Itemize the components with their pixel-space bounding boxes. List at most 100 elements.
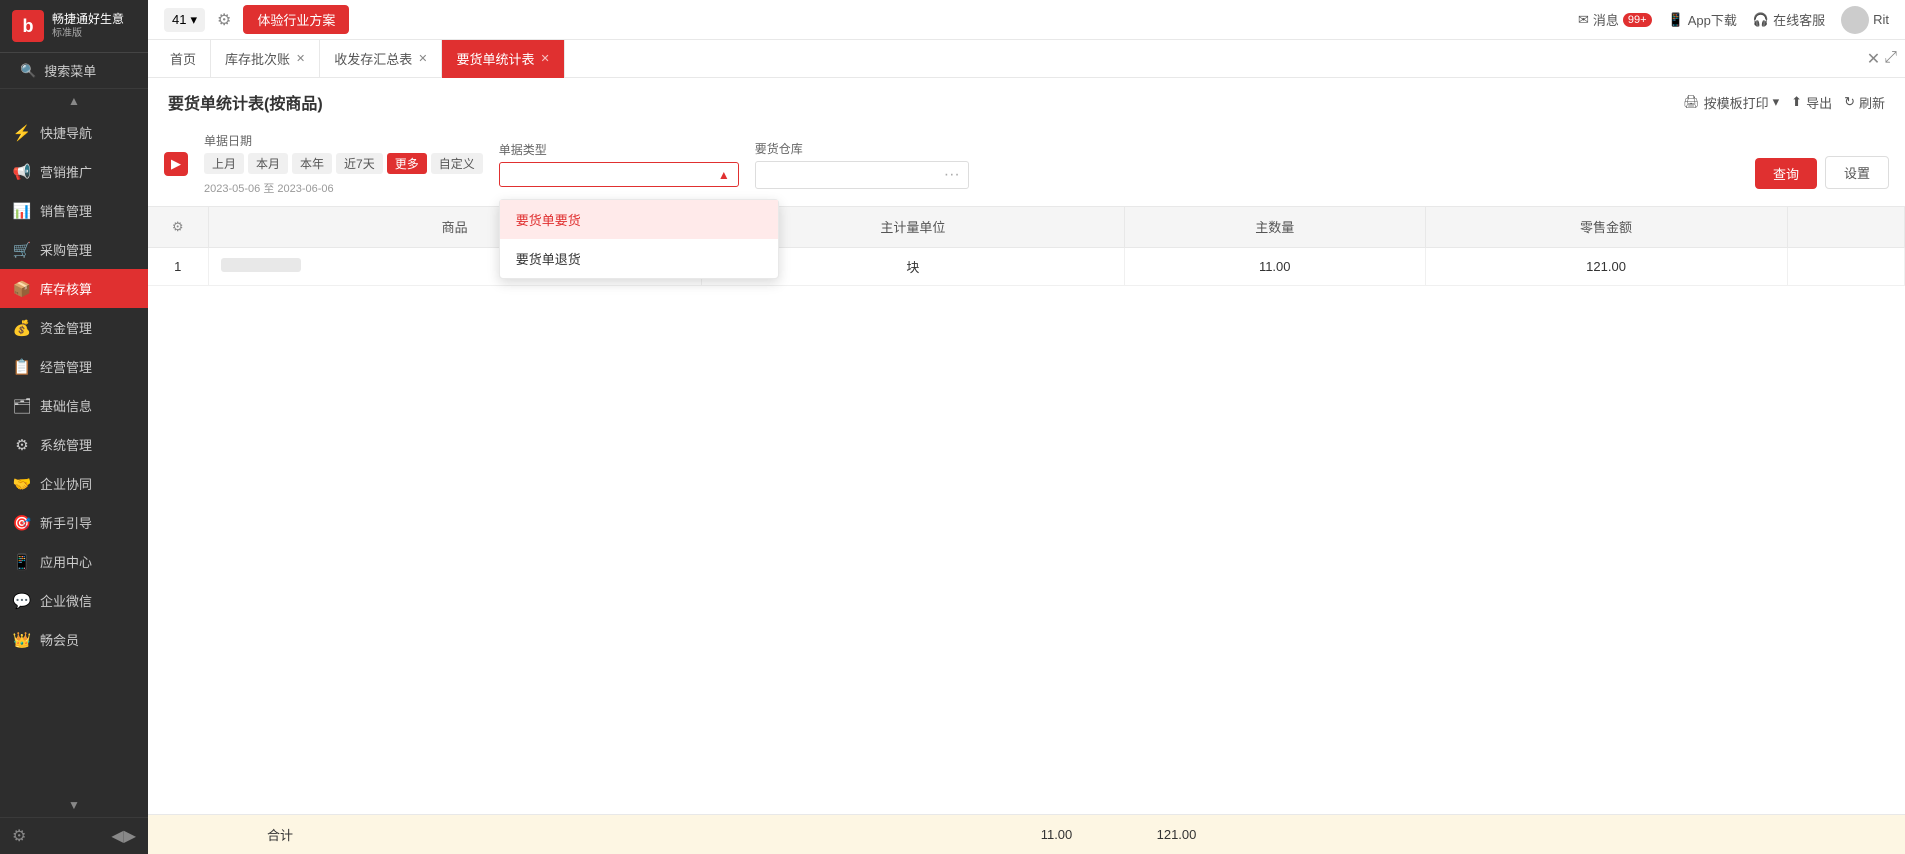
sidebar-item-inventory[interactable]: 📦 库存核算 bbox=[0, 269, 148, 308]
sidebar-item-wechat[interactable]: 💬 企业微信 bbox=[0, 581, 148, 620]
col-header-qty: 主数量 bbox=[1124, 207, 1425, 247]
type-chevron-up-icon: ▲ bbox=[718, 168, 730, 182]
print-template-btn[interactable]: 🖨 按模板打印 ▾ bbox=[1683, 93, 1779, 112]
sidebar-item-cooperation[interactable]: 🤝 企业协同 bbox=[0, 464, 148, 503]
sidebar-item-basic[interactable]: 🗂 基础信息 bbox=[0, 386, 148, 425]
tab-home-label: 首页 bbox=[170, 49, 196, 68]
message-icon: ✉ bbox=[1578, 12, 1589, 28]
sidebar-item-marketing[interactable]: 📢 营销推广 bbox=[0, 152, 148, 191]
tab-inventory-batch-close[interactable]: ✕ bbox=[296, 52, 305, 65]
warehouse-filter-input[interactable]: ··· bbox=[755, 161, 969, 189]
guide-icon: 🎯 bbox=[12, 514, 32, 532]
product-placeholder bbox=[221, 258, 301, 272]
trial-btn[interactable]: 体验行业方案 bbox=[243, 5, 349, 34]
sidebar-label-cooperation: 企业协同 bbox=[40, 474, 136, 493]
sidebar-label-sales: 销售管理 bbox=[40, 201, 136, 220]
basic-icon: 🗂 bbox=[12, 397, 32, 415]
app-version: 标准版 bbox=[52, 27, 124, 40]
table-footer: 合计 11.00 121.00 bbox=[148, 814, 1905, 854]
sidebar-label-quick-nav: 快捷导航 bbox=[40, 123, 136, 142]
export-label: 导出 bbox=[1806, 93, 1832, 112]
expand-maximize-icon: ⤢ bbox=[1884, 49, 1897, 69]
export-btn[interactable]: ⬆ 导出 bbox=[1791, 93, 1832, 112]
type-option-order-goods[interactable]: 要货单要货 bbox=[500, 200, 778, 239]
search-menu[interactable]: 🔍 搜索菜单 bbox=[0, 53, 148, 89]
sidebar-item-purchase[interactable]: 🛒 采购管理 bbox=[0, 230, 148, 269]
data-table: ⚙ 商品 主计量单位 主数量 零售金额 1 块 bbox=[148, 207, 1905, 286]
print-template-label: 按模板打印 bbox=[1704, 93, 1769, 112]
store-dropdown[interactable]: 41 ▾ bbox=[164, 8, 205, 32]
sidebar-label-app-center: 应用中心 bbox=[40, 552, 136, 571]
sidebar-label-finance: 资金管理 bbox=[40, 318, 136, 337]
warehouse-filter-label: 要货仓库 bbox=[755, 140, 969, 157]
footer-label: 合计 bbox=[220, 825, 340, 844]
sidebar-item-operations[interactable]: 📋 经营管理 bbox=[0, 347, 148, 386]
inventory-icon: 📦 bbox=[12, 280, 32, 298]
tab-order-stats-close[interactable]: ✕ bbox=[541, 52, 550, 65]
sidebar-item-guide[interactable]: 🎯 新手引导 bbox=[0, 503, 148, 542]
sidebar-label-wechat: 企业微信 bbox=[40, 591, 136, 610]
finance-icon: 💰 bbox=[12, 319, 32, 337]
page-header: 要货单统计表(按商品) 🖨 按模板打印 ▾ ⬆ 导出 ↻ 刷新 bbox=[148, 78, 1905, 122]
date-btn-this-year[interactable]: 本年 bbox=[292, 153, 332, 174]
user-menu[interactable]: Rit bbox=[1841, 6, 1889, 34]
tab-home[interactable]: 首页 bbox=[156, 40, 211, 78]
date-btn-this-month[interactable]: 本月 bbox=[248, 153, 288, 174]
messages-btn[interactable]: ✉ 消息 99+ bbox=[1578, 10, 1652, 29]
page-content: 要货单统计表(按商品) 🖨 按模板打印 ▾ ⬆ 导出 ↻ 刷新 ▶ bbox=[148, 78, 1905, 854]
cooperation-icon: 🤝 bbox=[12, 475, 32, 493]
sidebar-item-vip[interactable]: 👑 畅会员 bbox=[0, 620, 148, 659]
tab-receive-summary-close[interactable]: ✕ bbox=[418, 52, 427, 65]
filter-expand-btn[interactable]: ▶ bbox=[164, 152, 188, 176]
topbar: 41 ▾ ⚙ 体验行业方案 ✉ 消息 99+ 📱 App下载 🎧 在线客服 R bbox=[148, 0, 1905, 40]
refresh-btn[interactable]: ↻ 刷新 bbox=[1844, 93, 1885, 112]
settings-bottom-icon[interactable]: ⚙ bbox=[12, 826, 26, 846]
date-btn-last-7days[interactable]: 近7天 bbox=[336, 153, 383, 174]
sidebar-label-guide: 新手引导 bbox=[40, 513, 136, 532]
tab-order-stats-label: 要货单统计表 bbox=[456, 49, 534, 68]
tab-receive-summary[interactable]: 收发存汇总表 ✕ bbox=[320, 40, 442, 78]
sidebar-scroll-up[interactable]: ▲ bbox=[0, 89, 148, 113]
topbar-gear-icon[interactable]: ⚙ bbox=[217, 10, 231, 30]
app-name: 畅捷通好生意 bbox=[52, 12, 124, 28]
app-download-btn[interactable]: 📱 App下载 bbox=[1668, 10, 1737, 29]
row-extra bbox=[1787, 247, 1905, 285]
app-download-label: App下载 bbox=[1688, 10, 1737, 29]
sidebar-item-finance[interactable]: 💰 资金管理 bbox=[0, 308, 148, 347]
tab-inventory-batch[interactable]: 库存批次账 ✕ bbox=[211, 40, 320, 78]
date-btn-last-month[interactable]: 上月 bbox=[204, 153, 244, 174]
sidebar-label-vip: 畅会员 bbox=[40, 630, 136, 649]
sidebar-item-sales[interactable]: 📊 销售管理 bbox=[0, 191, 148, 230]
store-value: 41 bbox=[172, 12, 186, 27]
tab-order-stats[interactable]: 要货单统计表 ✕ bbox=[442, 40, 564, 78]
search-btn[interactable]: 查询 bbox=[1755, 158, 1817, 189]
sidebar-item-quick-nav[interactable]: ⚡ 快捷导航 bbox=[0, 113, 148, 152]
type-filter-label: 单据类型 bbox=[499, 141, 739, 158]
table-row: 1 块 11.00 121.00 bbox=[148, 247, 1905, 285]
app-center-icon: 📱 bbox=[12, 553, 32, 571]
footer-qty: 11.00 bbox=[997, 827, 1117, 842]
expand-close-icon: ✕ bbox=[1867, 49, 1880, 69]
type-option-order-return[interactable]: 要货单退货 bbox=[500, 239, 778, 278]
date-range-text: 2023-05-06 至 2023-06-06 bbox=[204, 180, 483, 196]
row-seq: 1 bbox=[148, 247, 208, 285]
sidebar-item-system[interactable]: ⚙ 系统管理 bbox=[0, 425, 148, 464]
collapse-sidebar-icon[interactable]: ◀▶ bbox=[111, 826, 136, 846]
logo-icon: b bbox=[12, 10, 44, 42]
date-btn-custom[interactable]: 自定义 bbox=[431, 153, 483, 174]
type-filter-text[interactable] bbox=[508, 167, 714, 182]
date-btn-more[interactable]: 更多 bbox=[387, 153, 427, 174]
tabs-expand[interactable]: ✕ ⤢ bbox=[1867, 49, 1897, 69]
purchase-icon: 🛒 bbox=[12, 241, 32, 259]
type-filter-input[interactable]: ▲ bbox=[499, 162, 739, 187]
online-service-btn[interactable]: 🎧 在线客服 bbox=[1753, 10, 1825, 29]
sidebar-nav: ⚡ 快捷导航 📢 营销推广 📊 销售管理 🛒 采购管理 📦 库存核算 💰 资金管… bbox=[0, 113, 148, 793]
messages-badge: 99+ bbox=[1623, 13, 1652, 27]
sidebar-scroll-down[interactable]: ▼ bbox=[0, 793, 148, 817]
settings-btn[interactable]: 设置 bbox=[1825, 156, 1889, 189]
warehouse-dots-icon: ··· bbox=[944, 166, 960, 184]
warehouse-filter-text[interactable] bbox=[764, 167, 940, 182]
online-service-label: 在线客服 bbox=[1773, 10, 1825, 29]
table-settings-icon[interactable]: ⚙ bbox=[148, 207, 208, 247]
sidebar-item-app-center[interactable]: 📱 应用中心 bbox=[0, 542, 148, 581]
